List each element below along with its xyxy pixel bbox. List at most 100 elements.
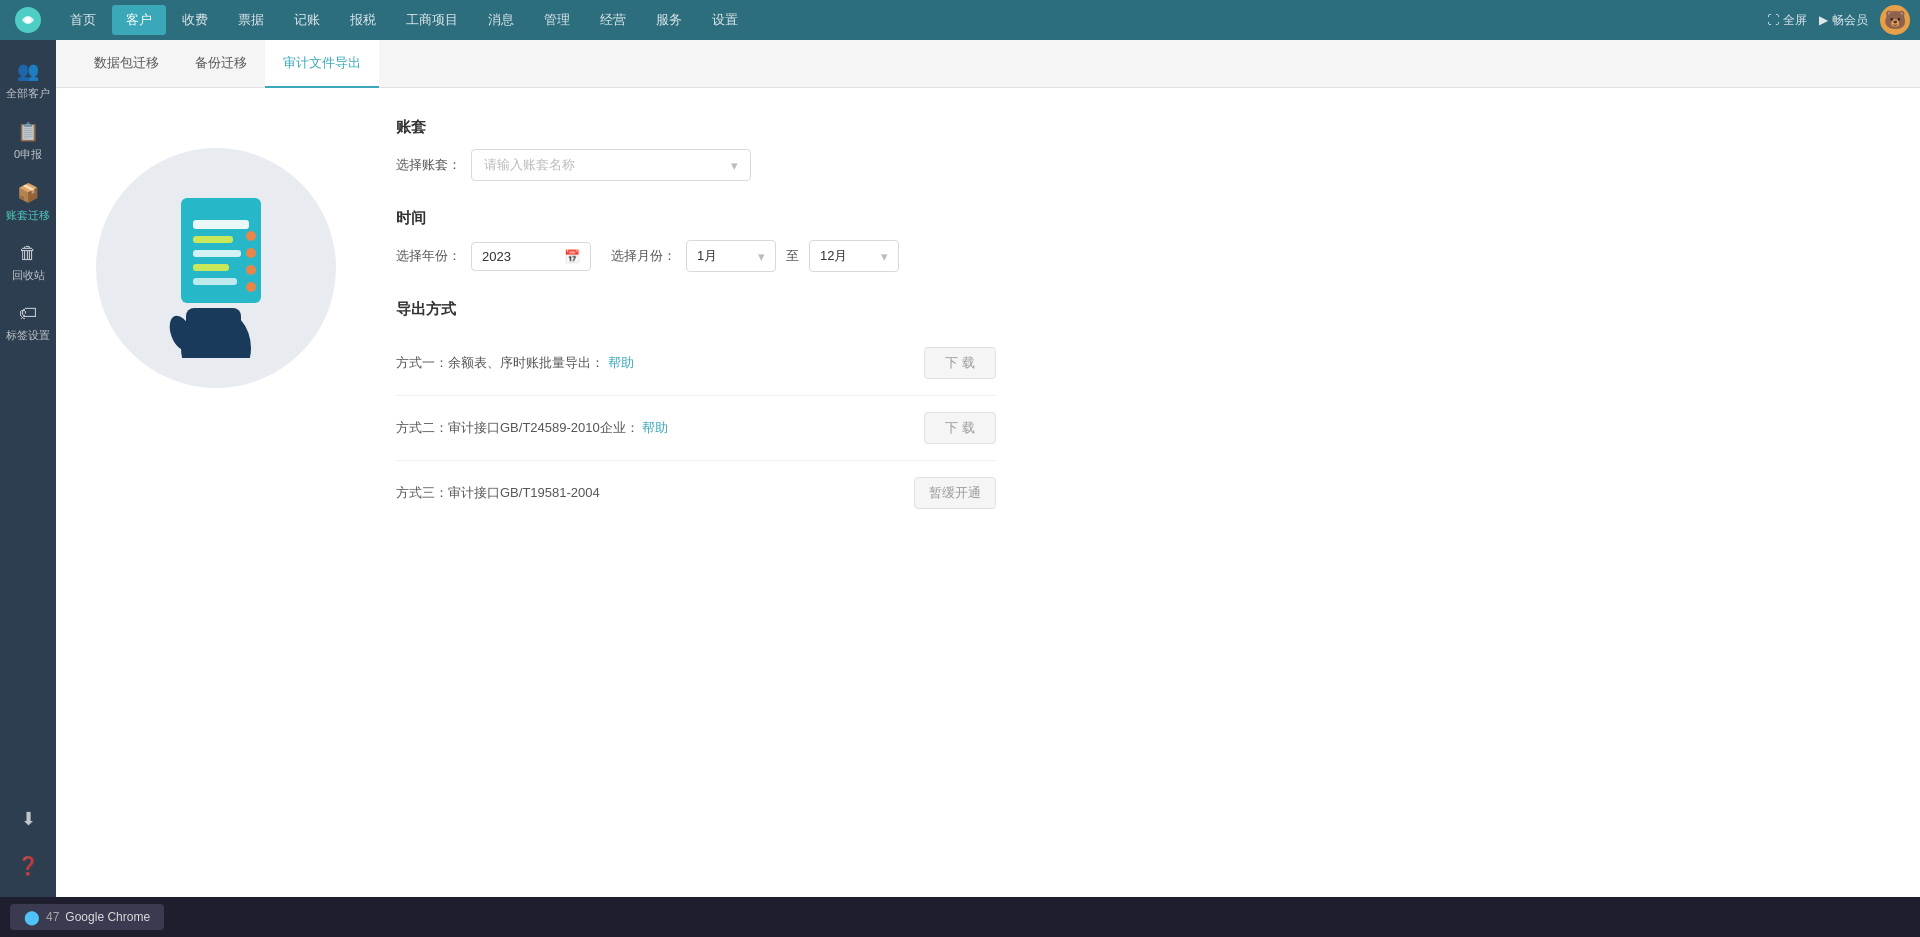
sidebar-item-label: 回收站 <box>12 268 45 283</box>
svg-point-14 <box>246 282 256 292</box>
main-layout: 👥 全部客户 📋 0申报 📦 账套迁移 🗑 回收站 🏷 标签设置 ⬇ ❓ <box>0 40 1920 897</box>
nav-items: 首页 客户 收费 票据 记账 报税 工商项目 消息 管理 经营 服务 设置 <box>56 5 1767 35</box>
sidebar-item-zero-declaration[interactable]: 📋 0申报 <box>0 111 56 172</box>
account-migration-icon: 📦 <box>17 182 39 204</box>
time-section-title: 时间 <box>396 209 996 228</box>
nav-item-service[interactable]: 服务 <box>642 5 696 35</box>
year-value: 2023 <box>482 249 511 264</box>
method-3-coming-soon-button[interactable]: 暂缓开通 <box>914 477 996 509</box>
recycle-icon: 🗑 <box>19 243 37 264</box>
month-end-value: 12月 <box>820 247 847 265</box>
method-2-download-button[interactable]: 下 载 <box>924 412 996 444</box>
download-icon: ⬇ <box>21 808 36 830</box>
form-area: 账套 选择账套： 请输入账套名称 ▾ 时间 选择年份： <box>396 118 996 867</box>
account-section: 账套 选择账套： 请输入账套名称 ▾ <box>396 118 996 181</box>
account-select-label: 选择账套： <box>396 156 461 174</box>
all-customers-icon: 👥 <box>17 60 39 82</box>
top-nav-right: ⛶ 全屏 ▶ 畅会员 🐻 <box>1767 5 1910 35</box>
sidebar-item-tag-settings[interactable]: 🏷 标签设置 <box>0 293 56 353</box>
method-2-label: 方式二：审计接口GB/T24589-2010企业： 帮助 <box>396 419 668 437</box>
nav-item-settings[interactable]: 设置 <box>698 5 752 35</box>
tab-audit-export[interactable]: 审计文件导出 <box>265 40 379 88</box>
page-content: 账套 选择账套： 请输入账套名称 ▾ 时间 选择年份： <box>56 88 1920 897</box>
nav-item-business[interactable]: 工商项目 <box>392 5 472 35</box>
sidebar: 👥 全部客户 📋 0申报 📦 账套迁移 🗑 回收站 🏷 标签设置 ⬇ ❓ <box>0 40 56 897</box>
export-section-title: 导出方式 <box>396 300 996 319</box>
fullscreen-button[interactable]: ⛶ 全屏 <box>1767 12 1807 29</box>
tab-data-migration[interactable]: 数据包迁移 <box>76 40 177 88</box>
member-icon: ▶ <box>1819 13 1828 27</box>
chevron-down-icon-month: ▾ <box>758 249 765 264</box>
nav-item-customer[interactable]: 客户 <box>112 5 166 35</box>
nav-item-manage[interactable]: 管理 <box>530 5 584 35</box>
illustration-area <box>96 118 336 867</box>
avatar[interactable]: 🐻 <box>1880 5 1910 35</box>
tag-settings-icon: 🏷 <box>19 303 37 324</box>
chevron-down-icon-month-end: ▾ <box>881 249 888 264</box>
sidebar-item-all-customers[interactable]: 👥 全部客户 <box>0 50 56 111</box>
logo <box>10 2 46 38</box>
zero-declaration-icon: 📋 <box>17 121 39 143</box>
account-form-row: 选择账套： 请输入账套名称 ▾ <box>396 149 996 181</box>
taskbar-num: 47 <box>46 910 59 924</box>
year-label: 选择年份： <box>396 247 461 265</box>
method-1-download-button[interactable]: 下 载 <box>924 347 996 379</box>
month-label: 选择月份： <box>611 247 676 265</box>
tab-backup-migration[interactable]: 备份迁移 <box>177 40 265 88</box>
svg-rect-8 <box>193 250 241 257</box>
fullscreen-label: 全屏 <box>1783 12 1807 29</box>
month-start-value: 1月 <box>697 247 717 265</box>
content-area: 数据包迁移 备份迁移 审计文件导出 <box>56 40 1920 897</box>
method-2-text: 方式二：审计接口GB/T24589-2010企业： <box>396 420 639 435</box>
nav-item-messages[interactable]: 消息 <box>474 5 528 35</box>
taskbar: ⬤ 47 Google Chrome <box>0 897 1920 937</box>
month-end-select[interactable]: 12月 ▾ <box>809 240 899 272</box>
method-3-text: 方式三：审计接口GB/T19581-2004 <box>396 485 600 500</box>
export-section: 导出方式 方式一：余额表、序时账批量导出： 帮助 下 载 方式二：审计接口GB/… <box>396 300 996 525</box>
method-1-label: 方式一：余额表、序时账批量导出： 帮助 <box>396 354 634 372</box>
sidebar-item-label: 全部客户 <box>6 86 50 101</box>
svg-rect-10 <box>193 278 237 285</box>
nav-item-tax[interactable]: 报税 <box>336 5 390 35</box>
sidebar-item-label: 账套迁移 <box>6 208 50 223</box>
member-label: 畅会员 <box>1832 12 1868 29</box>
method-3-label: 方式三：审计接口GB/T19581-2004 <box>396 484 600 502</box>
top-nav: 首页 客户 收费 票据 记账 报税 工商项目 消息 管理 经营 服务 设置 ⛶ … <box>0 0 1920 40</box>
year-input[interactable]: 2023 📅 <box>471 242 591 271</box>
export-method-2: 方式二：审计接口GB/T24589-2010企业： 帮助 下 载 <box>396 396 996 461</box>
nav-item-operation[interactable]: 经营 <box>586 5 640 35</box>
method-2-help-link[interactable]: 帮助 <box>642 420 668 435</box>
member-button[interactable]: ▶ 畅会员 <box>1819 12 1868 29</box>
sidebar-item-account-migration[interactable]: 📦 账套迁移 <box>0 172 56 233</box>
export-method-3: 方式三：审计接口GB/T19581-2004 暂缓开通 <box>396 461 996 525</box>
nav-item-bookkeeping[interactable]: 记账 <box>280 5 334 35</box>
chevron-down-icon: ▾ <box>731 158 738 173</box>
month-start-select[interactable]: 1月 ▾ <box>686 240 776 272</box>
fullscreen-icon: ⛶ <box>1767 13 1779 27</box>
svg-rect-4 <box>186 308 241 348</box>
method-1-help-link[interactable]: 帮助 <box>608 355 634 370</box>
account-section-title: 账套 <box>396 118 996 137</box>
tabs: 数据包迁移 备份迁移 审计文件导出 <box>56 40 1920 88</box>
calendar-icon: 📅 <box>564 249 580 264</box>
illustration-svg <box>136 178 296 358</box>
sidebar-item-help[interactable]: ❓ <box>17 845 39 887</box>
nav-item-invoice[interactable]: 票据 <box>224 5 278 35</box>
help-icon: ❓ <box>17 855 39 877</box>
taskbar-chrome-item[interactable]: ⬤ 47 Google Chrome <box>10 904 164 930</box>
svg-rect-9 <box>193 264 229 271</box>
sidebar-item-label: 0申报 <box>14 147 42 162</box>
illustration-circle <box>96 148 336 388</box>
svg-rect-6 <box>193 220 249 229</box>
account-select[interactable]: 请输入账套名称 ▾ <box>471 149 751 181</box>
sidebar-item-download[interactable]: ⬇ <box>17 798 39 840</box>
chrome-icon: ⬤ <box>24 909 40 925</box>
nav-item-fees[interactable]: 收费 <box>168 5 222 35</box>
method-1-text: 方式一：余额表、序时账批量导出： <box>396 355 604 370</box>
nav-item-home[interactable]: 首页 <box>56 5 110 35</box>
sidebar-item-label: 标签设置 <box>6 328 50 343</box>
time-form-row: 选择年份： 2023 📅 选择月份： 1月 ▾ 至 12月 <box>396 240 996 272</box>
sidebar-bottom: ⬇ ❓ <box>17 798 39 897</box>
svg-point-13 <box>246 265 256 275</box>
sidebar-item-recycle[interactable]: 🗑 回收站 <box>0 233 56 293</box>
